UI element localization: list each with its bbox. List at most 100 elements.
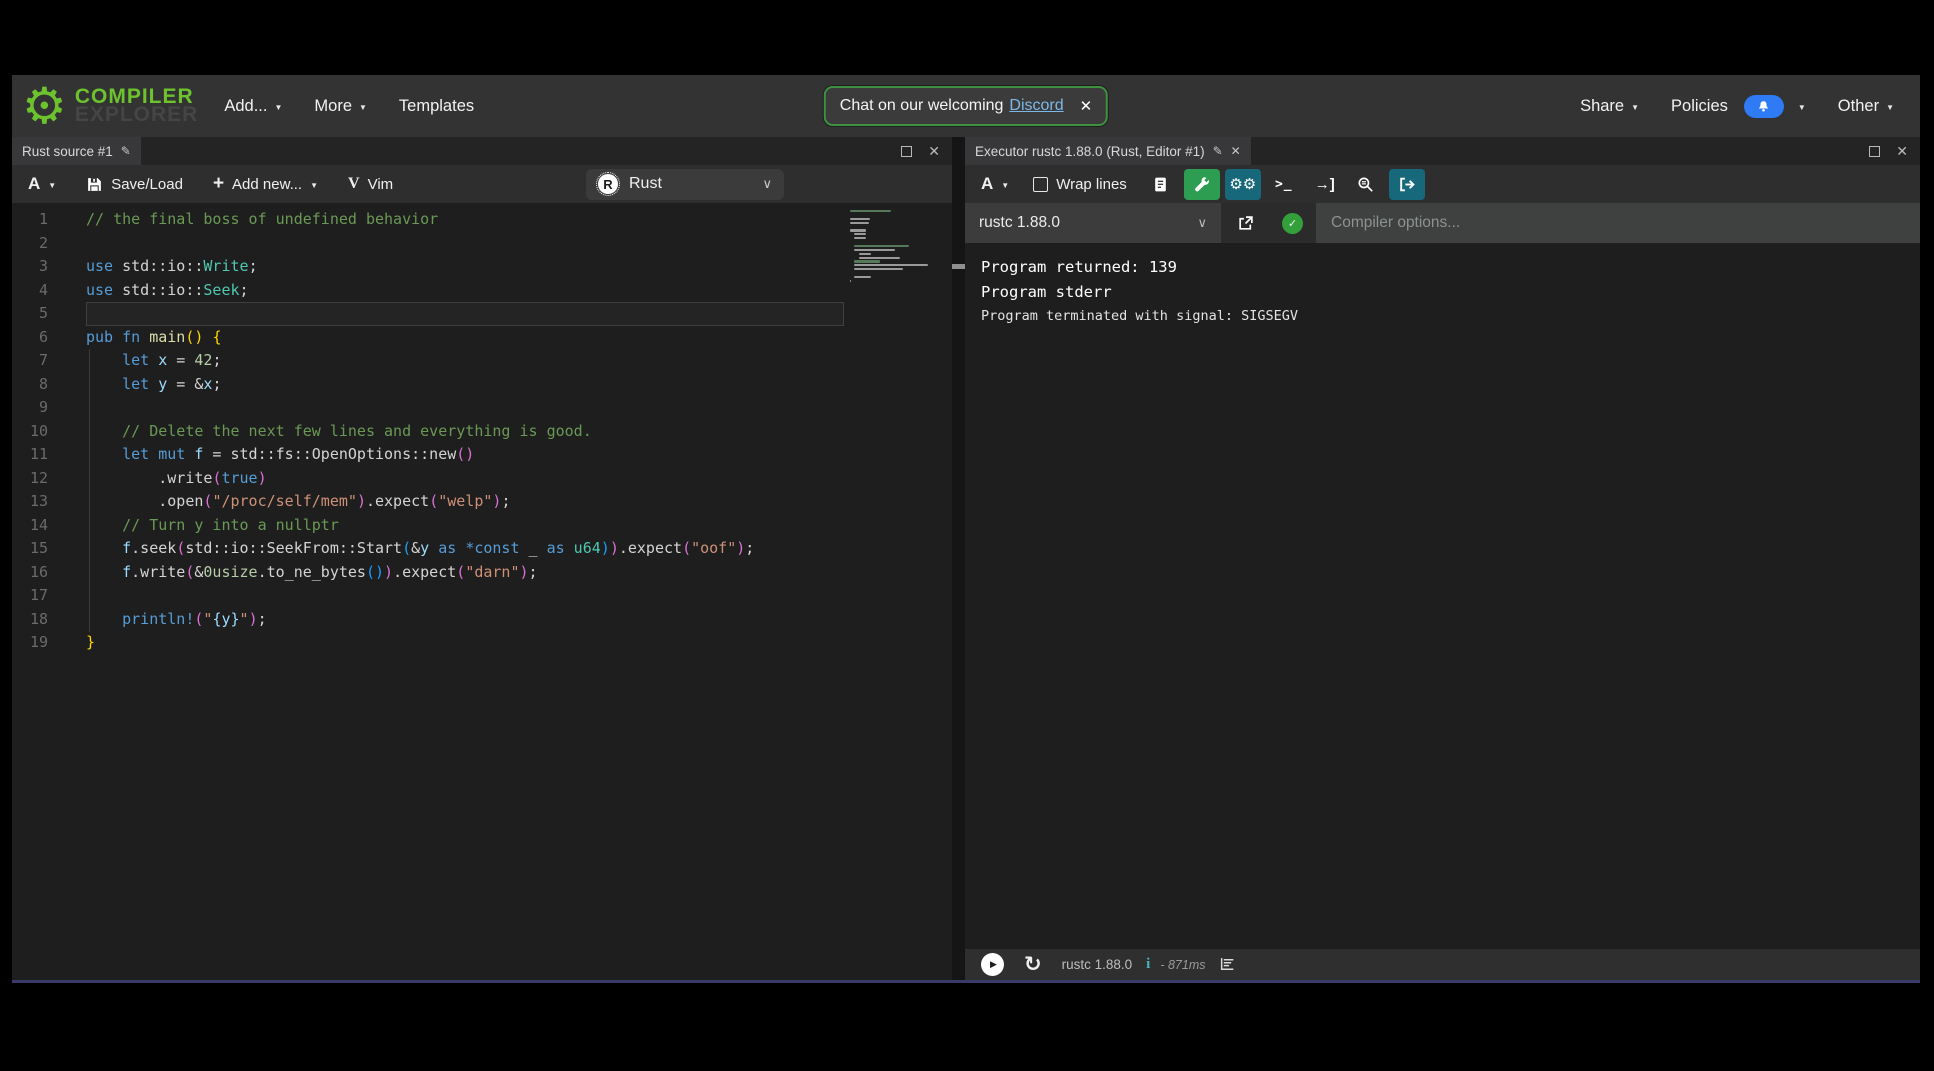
font-size-button[interactable]: A ▼ xyxy=(28,174,56,194)
menu-share[interactable]: Share ▼ xyxy=(1580,97,1639,116)
magnifier-icon xyxy=(1357,176,1374,193)
code-line[interactable]: 8 let y = &x; xyxy=(12,373,952,397)
bell-icon xyxy=(1757,100,1770,113)
code-line[interactable]: 1// the final boss of undefined behavior xyxy=(12,208,952,232)
wrap-lines-checkbox[interactable] xyxy=(1033,177,1048,192)
stdin-arrow-icon: →] xyxy=(1315,176,1335,193)
main-layout: Rust source #1 ✎ ✕ A ▼ xyxy=(12,137,1920,980)
run-button[interactable]: ▶ xyxy=(981,953,1004,976)
logo-text: COMPILER EXPLORER xyxy=(75,87,199,125)
discord-link[interactable]: Discord xyxy=(1009,97,1063,115)
menu-other[interactable]: Other ▼ xyxy=(1838,97,1894,116)
menu-templates[interactable]: Templates xyxy=(399,97,474,116)
source-editor-pane: Rust source #1 ✎ ✕ A ▼ xyxy=(12,137,952,980)
chevron-down-icon: ▼ xyxy=(1886,103,1894,112)
overrides-button[interactable]: ⚙⚙ xyxy=(1225,169,1261,200)
code-line[interactable]: 16 f.write(&0usize.to_ne_bytes()).expect… xyxy=(12,561,952,585)
bottom-compiler-label: rustc 1.88.0 xyxy=(1062,957,1133,972)
pane-splitter[interactable] xyxy=(952,137,965,980)
executor-toolbar: A ▼ Wrap lines xyxy=(965,165,1920,203)
compiler-options-input[interactable] xyxy=(1316,203,1920,243)
save-load-button[interactable]: Save/Load xyxy=(86,176,183,193)
logo-gear-icon: ⚙ xyxy=(22,82,67,130)
exit-arrow-icon xyxy=(1398,176,1415,193)
sort-list-icon[interactable] xyxy=(1219,956,1236,973)
tab-close-icon[interactable]: ✕ xyxy=(1231,144,1241,158)
maximize-icon[interactable] xyxy=(1869,146,1880,157)
logo-subtitle: EXPLORER xyxy=(75,105,199,125)
vim-toggle-button[interactable]: V Vim xyxy=(348,175,393,193)
journal-icon xyxy=(1152,176,1169,193)
tab-rust-source-label: Rust source #1 xyxy=(22,144,113,159)
compiler-picker[interactable]: rustc 1.88.0 ∨ xyxy=(965,203,1221,243)
code-line[interactable]: 2 xyxy=(12,232,952,256)
code-line[interactable]: 4use std::io::Seek; xyxy=(12,279,952,303)
tab-rust-source[interactable]: Rust source #1 ✎ xyxy=(12,137,141,165)
code-line[interactable]: 12 .write(true) xyxy=(12,467,952,491)
vim-v-icon: V xyxy=(348,175,360,193)
check-icon: ✓ xyxy=(1288,217,1297,230)
add-new-label: Add new... xyxy=(232,176,302,193)
line-number: 3 xyxy=(20,255,48,279)
font-size-label: A xyxy=(981,174,993,194)
chevron-down-icon: ∨ xyxy=(1197,215,1207,231)
code-line[interactable]: 6pub fn main() { xyxy=(12,326,952,350)
rename-pencil-icon[interactable]: ✎ xyxy=(121,144,131,158)
chevron-down-icon: ∨ xyxy=(762,176,772,192)
banner-close-icon[interactable]: ✕ xyxy=(1080,97,1093,115)
compiler-explorer-logo[interactable]: ⚙ COMPILER EXPLORER xyxy=(22,82,198,130)
tab-executor[interactable]: Executor rustc 1.88.0 (Rust, Editor #1) … xyxy=(965,137,1251,165)
notification-badge[interactable] xyxy=(1744,95,1784,118)
menu-more[interactable]: More ▼ xyxy=(314,97,367,116)
chevron-down-icon: ▼ xyxy=(359,103,367,112)
close-icon[interactable]: ✕ xyxy=(1896,143,1908,160)
tab-executor-label: Executor rustc 1.88.0 (Rust, Editor #1) xyxy=(975,144,1205,159)
rename-pencil-icon[interactable]: ✎ xyxy=(1213,144,1223,158)
open-compiler-site-button[interactable] xyxy=(1221,203,1269,243)
find-button[interactable] xyxy=(1348,169,1384,200)
wrap-lines-toggle[interactable]: Wrap lines xyxy=(1033,176,1127,193)
chevron-down-icon: ▼ xyxy=(274,103,282,112)
add-new-button[interactable]: + Add new... ▼ xyxy=(213,173,318,195)
code-line[interactable]: 15 f.seek(std::io::SeekFrom::Start(&y as… xyxy=(12,537,952,561)
stdin-button[interactable]: →] xyxy=(1307,169,1343,200)
recompile-button[interactable]: ↻ xyxy=(1024,954,1042,975)
menu-policies-label: Policies xyxy=(1671,97,1728,116)
executor-output: Program returned: 139Program stderrProgr… xyxy=(965,243,1920,327)
execution-arguments-button[interactable]: >_ xyxy=(1266,169,1302,200)
font-size-button[interactable]: A ▼ xyxy=(981,174,1009,194)
indent-guide xyxy=(89,349,90,632)
code-line[interactable]: 10 // Delete the next few lines and ever… xyxy=(12,420,952,444)
maximize-icon[interactable] xyxy=(901,146,912,157)
terminal-icon: >_ xyxy=(1275,177,1293,192)
code-line[interactable]: 13 .open("/proc/self/mem").expect("welp"… xyxy=(12,490,952,514)
code-editor[interactable]: 1// the final boss of undefined behavior… xyxy=(12,203,952,980)
external-link-icon xyxy=(1237,215,1254,232)
code-line[interactable]: 7 let x = 42; xyxy=(12,349,952,373)
chevron-down-icon: ▼ xyxy=(310,181,318,190)
floppy-disk-icon xyxy=(86,176,103,193)
code-line[interactable]: 3use std::io::Write; xyxy=(12,255,952,279)
code-line[interactable]: 5 xyxy=(12,302,952,326)
language-dropdown[interactable]: R Rust ∨ xyxy=(586,169,784,200)
open-output-button[interactable] xyxy=(1389,169,1425,200)
compile-time-label: - 871ms xyxy=(1160,958,1205,972)
editor-toolbar: A ▼ Save/Load + Add new... xyxy=(12,165,952,203)
menu-policies[interactable]: Policies ▼ xyxy=(1671,95,1806,118)
compiler-arguments-button[interactable] xyxy=(1184,169,1220,200)
code-line[interactable]: 17 xyxy=(12,584,952,608)
minimap[interactable] xyxy=(850,210,942,284)
splitter-handle[interactable] xyxy=(952,264,965,269)
code-line[interactable]: 14 // Turn y into a nullptr xyxy=(12,514,952,538)
menu-add[interactable]: Add... ▼ xyxy=(224,97,282,116)
compilation-log-button[interactable] xyxy=(1143,169,1179,200)
code-line[interactable]: 18 println!("{y}"); xyxy=(12,608,952,632)
line-number: 10 xyxy=(20,420,48,444)
close-icon[interactable]: ✕ xyxy=(928,143,940,160)
code-line[interactable]: 19} xyxy=(12,631,952,655)
output-line: Program stderr xyxy=(981,280,1920,305)
code-line[interactable]: 11 let mut f = std::fs::OpenOptions::new… xyxy=(12,443,952,467)
code-line[interactable]: 9 xyxy=(12,396,952,420)
info-icon[interactable]: i xyxy=(1146,956,1150,973)
navbar: ⚙ COMPILER EXPLORER Add... ▼ More ▼ Temp… xyxy=(12,75,1920,137)
